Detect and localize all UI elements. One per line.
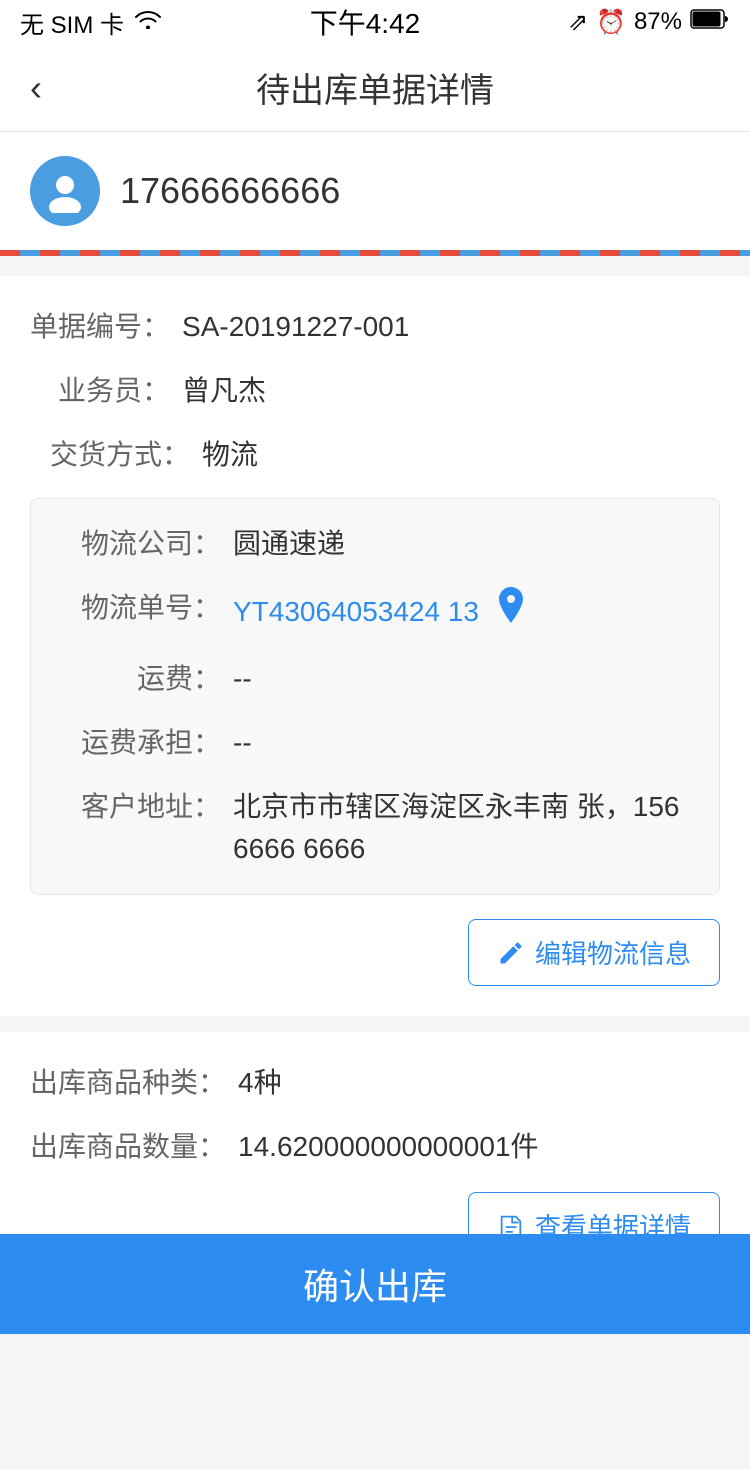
goods-qty-label: 出库商品数量： <box>30 1126 226 1168</box>
fee-bearer-row: 运费承担： -- <box>61 722 689 764</box>
logistics-company-label: 物流公司： <box>61 523 221 565</box>
tracking-label: 物流单号： <box>61 587 221 636</box>
goods-types-label: 出库商品种类： <box>30 1062 226 1104</box>
fee-bearer-label: 运费承担： <box>61 722 221 764</box>
location-icon[interactable] <box>495 587 527 636</box>
address-label: 客户地址： <box>61 786 221 870</box>
logistics-section: 物流公司： 圆通速递 物流单号： YT43064053424 13 运费： --… <box>30 498 720 895</box>
order-info-section: 单据编号： SA-20191227-001 业务员： 曾凡杰 交货方式： 物流 … <box>0 276 750 1016</box>
fee-bearer-value: -- <box>233 722 689 764</box>
delivery-label: 交货方式： <box>30 434 190 476</box>
page-title: 待出库单据详情 <box>256 63 494 112</box>
fee-value: -- <box>233 658 689 700</box>
salesman-row: 业务员： 曾凡杰 <box>30 370 720 412</box>
customer-row: 17666666666 <box>0 132 750 250</box>
wifi-icon <box>134 8 162 36</box>
fee-label: 运费： <box>61 658 221 700</box>
address-row: 客户地址： 北京市市辖区海淀区永丰南 张，156 6666 6666 <box>61 786 689 870</box>
back-button[interactable]: ‹ <box>30 67 90 109</box>
alarm-icon: ⏰ <box>596 8 626 37</box>
order-number-row: 单据编号： SA-20191227-001 <box>30 306 720 348</box>
salesman-value: 曾凡杰 <box>182 370 720 412</box>
confirm-outbound-button[interactable]: 确认出库 <box>0 1234 750 1334</box>
edit-logistics-label: 编辑物流信息 <box>535 934 691 971</box>
location-service-icon: ⇗ <box>568 8 588 37</box>
goods-types-row: 出库商品种类： 4种 <box>30 1062 720 1104</box>
dashed-divider <box>0 250 750 256</box>
goods-types-value: 4种 <box>238 1062 720 1104</box>
nav-bar: ‹ 待出库单据详情 <box>0 44 750 132</box>
delivery-row: 交货方式： 物流 <box>30 434 720 476</box>
fee-row: 运费： -- <box>61 658 689 700</box>
tracking-value: YT43064053424 13 <box>233 591 479 633</box>
avatar <box>30 156 100 226</box>
carrier-text: 无 SIM 卡 <box>20 5 124 40</box>
confirm-outbound-label: 确认出库 <box>303 1258 447 1310</box>
status-time: 下午4:42 <box>310 2 421 42</box>
order-number-value: SA-20191227-001 <box>182 306 720 348</box>
logistics-company-row: 物流公司： 圆通速递 <box>61 523 689 565</box>
status-right: ⇗ ⏰ 87% <box>568 8 730 37</box>
customer-phone: 17666666666 <box>120 170 340 212</box>
battery-icon <box>690 8 730 37</box>
section-divider <box>0 1016 750 1032</box>
order-number-label: 单据编号： <box>30 306 170 348</box>
battery-text: 87% <box>634 8 682 36</box>
address-value: 北京市市辖区海淀区永丰南 张，156 6666 6666 <box>233 786 689 870</box>
tracking-row: 物流单号： YT43064053424 13 <box>61 587 689 636</box>
status-bar: 无 SIM 卡 下午4:42 ⇗ ⏰ 87% <box>0 0 750 44</box>
delivery-value: 物流 <box>202 434 720 476</box>
status-left: 无 SIM 卡 <box>20 5 162 40</box>
edit-logistics-button[interactable]: 编辑物流信息 <box>468 919 720 986</box>
goods-qty-value: 14.620000000000001件 <box>238 1126 720 1168</box>
edit-icon <box>497 939 525 967</box>
goods-qty-row: 出库商品数量： 14.620000000000001件 <box>30 1126 720 1168</box>
logistics-company-value: 圆通速递 <box>233 523 689 565</box>
edit-logistics-row: 编辑物流信息 <box>30 919 720 986</box>
salesman-label: 业务员： <box>30 370 170 412</box>
